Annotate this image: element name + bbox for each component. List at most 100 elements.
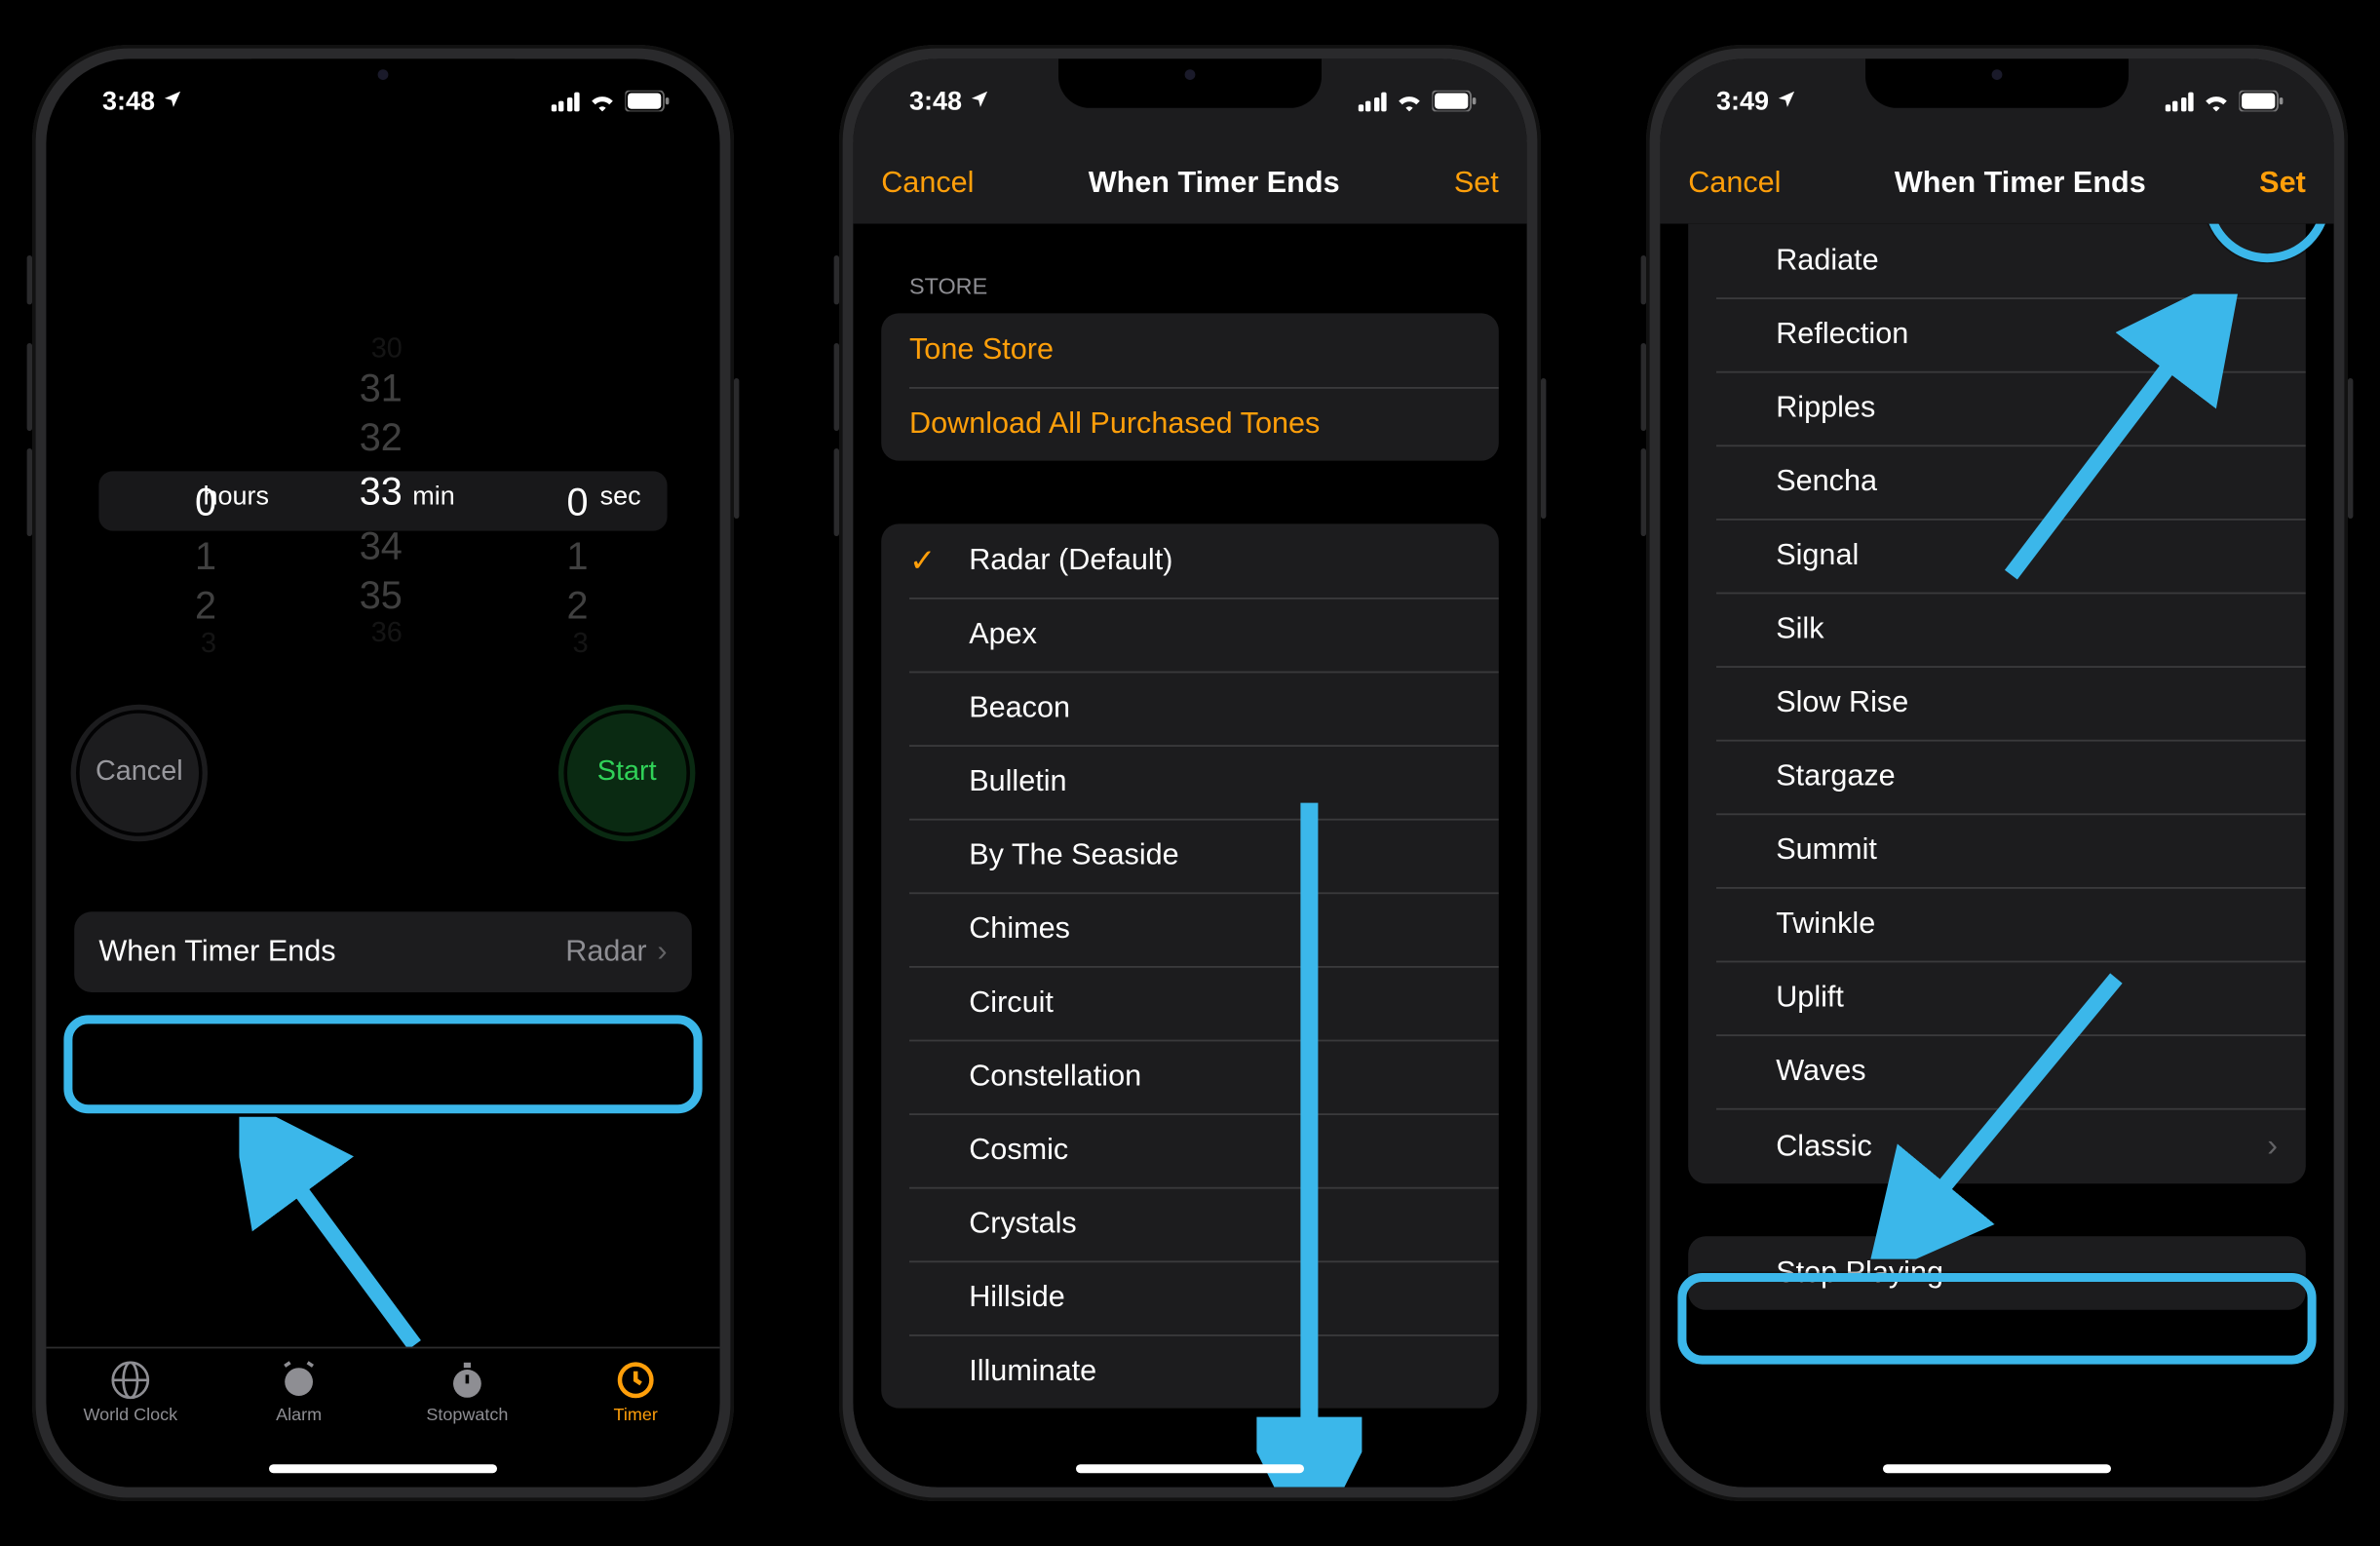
ringtone-label: Slow Rise	[1776, 685, 1908, 720]
ringtone-row[interactable]: Radiate	[1688, 224, 2306, 298]
ringtone-row[interactable]: Ripples	[1688, 371, 2306, 445]
ringtone-row[interactable]: Slow Rise	[1688, 666, 2306, 740]
when-timer-ends-label: When Timer Ends	[98, 935, 335, 970]
ringtone-row[interactable]: Bulletin	[881, 745, 1499, 819]
ringtone-label: Apex	[969, 617, 1037, 652]
cancel-button[interactable]: Cancel	[71, 705, 208, 841]
ringtone-label: Stargaze	[1776, 759, 1895, 794]
ringtone-label: Silk	[1776, 611, 1823, 646]
tab-alarm[interactable]: Alarm	[229, 1359, 369, 1425]
annotation-highlight	[63, 1015, 702, 1113]
ringtone-label: Reflection	[1776, 317, 1908, 352]
store-group: Tone Store Download All Purchased Tones	[881, 313, 1499, 460]
wifi-icon	[589, 91, 617, 112]
ringtone-label: Chimes	[969, 911, 1070, 947]
nav-title: When Timer Ends	[1895, 166, 2146, 201]
ringtone-label: By The Seaside	[969, 838, 1178, 873]
download-all-row[interactable]: Download All Purchased Tones	[881, 387, 1499, 461]
phone-mockup-2: 3:48 Cancel When Timer Ends	[839, 45, 1541, 1501]
battery-icon	[625, 91, 671, 112]
nav-header: Cancel When Timer Ends Set	[1660, 143, 2333, 224]
home-indicator[interactable]	[1076, 1464, 1304, 1473]
globe-icon	[109, 1359, 151, 1401]
ringtone-row[interactable]: Signal	[1688, 519, 2306, 593]
picker-seconds-value: 0	[480, 479, 589, 527]
cellular-icon	[2165, 92, 2194, 111]
clock-text: 3:48	[102, 86, 155, 116]
picker-seconds-label: sec	[600, 482, 641, 512]
ringtone-row[interactable]: Apex	[881, 598, 1499, 672]
cellular-icon	[1358, 92, 1387, 111]
ringtone-row[interactable]: Summit	[1688, 813, 2306, 887]
phone-mockup-3: 3:49 Cancel When Timer Ends	[1646, 45, 2348, 1501]
ringtone-row[interactable]: Uplift	[1688, 961, 2306, 1035]
ringtone-label: Summit	[1776, 832, 1877, 868]
timer-icon	[615, 1359, 657, 1401]
picker-hours-label: hours	[203, 482, 269, 512]
classic-row[interactable]: Classic›	[1688, 1108, 2306, 1183]
battery-icon	[2239, 91, 2284, 112]
checkmark-icon: ✓	[909, 542, 936, 579]
nav-header: Cancel When Timer Ends Set	[853, 143, 1526, 224]
ringtone-label: Radiate	[1776, 243, 1878, 278]
ringtone-row[interactable]: Waves	[1688, 1034, 2306, 1108]
ringtone-row[interactable]: Silk	[1688, 593, 2306, 667]
set-button[interactable]: Set	[2259, 166, 2306, 201]
chevron-right-icon: ›	[657, 935, 667, 970]
clock-text: 3:48	[909, 86, 962, 116]
ringtone-row[interactable]: Sencha	[1688, 444, 2306, 519]
set-button[interactable]: Set	[1454, 166, 1499, 201]
ringtone-label: Classic	[1776, 1129, 1872, 1164]
start-button[interactable]: Start	[558, 705, 695, 841]
ringtone-list: Radiate Reflection RipplesSencha Signal Silk…	[1688, 224, 2306, 1184]
ringtone-row[interactable]: Circuit	[881, 966, 1499, 1040]
location-icon	[969, 86, 990, 116]
battery-icon	[1432, 91, 1478, 112]
ringtone-row[interactable]: Beacon	[881, 672, 1499, 746]
annotation-arrow	[239, 1117, 449, 1347]
ringtone-label: Illuminate	[969, 1354, 1096, 1389]
ringtone-label: Circuit	[969, 986, 1054, 1021]
tone-store-row[interactable]: Tone Store	[881, 313, 1499, 387]
store-header: STORE	[853, 224, 1526, 314]
ringtone-row[interactable]: Twinkle	[1688, 887, 2306, 961]
picker-minutes-label: min	[412, 482, 455, 512]
ringtone-label: Uplift	[1776, 980, 1844, 1015]
alarm-icon	[278, 1359, 320, 1401]
ringtone-label: Hillside	[969, 1280, 1065, 1315]
nav-title: When Timer Ends	[1089, 166, 1340, 201]
wifi-icon	[1396, 91, 1424, 112]
duration-picker[interactable]: 0 1 2 3 hours 30 31 32	[46, 143, 719, 670]
ringtone-row[interactable]: Stargaze	[1688, 740, 2306, 814]
ringtone-row[interactable]: By The Seaside	[881, 819, 1499, 893]
tab-timer[interactable]: Timer	[565, 1359, 706, 1425]
tab-stopwatch[interactable]: Stopwatch	[397, 1359, 537, 1425]
ringtone-row[interactable]: Hillside	[881, 1260, 1499, 1334]
tab-world-clock[interactable]: World Clock	[60, 1359, 201, 1425]
home-indicator[interactable]	[1883, 1464, 2111, 1473]
ringtone-row[interactable]: Cosmic	[881, 1113, 1499, 1187]
clock-text: 3:49	[1716, 86, 1769, 116]
cancel-button[interactable]: Cancel	[881, 166, 974, 201]
ringtone-row[interactable]: Illuminate	[881, 1334, 1499, 1409]
ringtone-row[interactable]: Reflection	[1688, 297, 2306, 371]
ringtone-row[interactable]: ✓ Radar (Default)	[881, 523, 1499, 598]
when-timer-ends-row[interactable]: When Timer Ends Radar ›	[74, 911, 692, 992]
stop-playing-group: Stop Playing	[1688, 1236, 2306, 1310]
ringtone-row[interactable]: Chimes	[881, 892, 1499, 966]
ringtone-label: Signal	[1776, 538, 1859, 573]
ringtone-label: Cosmic	[969, 1133, 1068, 1168]
ringtone-label: Bulletin	[969, 764, 1066, 799]
home-indicator[interactable]	[269, 1464, 497, 1473]
ringtone-row[interactable]: Constellation	[881, 1040, 1499, 1114]
location-icon	[162, 86, 183, 116]
cancel-button[interactable]: Cancel	[1688, 166, 1781, 201]
picker-minutes-value: 33	[287, 468, 403, 517]
ringtone-label: Twinkle	[1776, 907, 1875, 942]
location-icon	[1776, 86, 1797, 116]
phone-mockup-1: 3:48	[32, 45, 734, 1501]
ringtone-row[interactable]: Crystals	[881, 1187, 1499, 1261]
ringtone-label: Radar (Default)	[969, 543, 1172, 578]
stop-playing-row[interactable]: Stop Playing	[1688, 1236, 2306, 1310]
ringtone-list: ✓ Radar (Default) Apex Beacon Bulletin By The…	[881, 523, 1499, 1408]
